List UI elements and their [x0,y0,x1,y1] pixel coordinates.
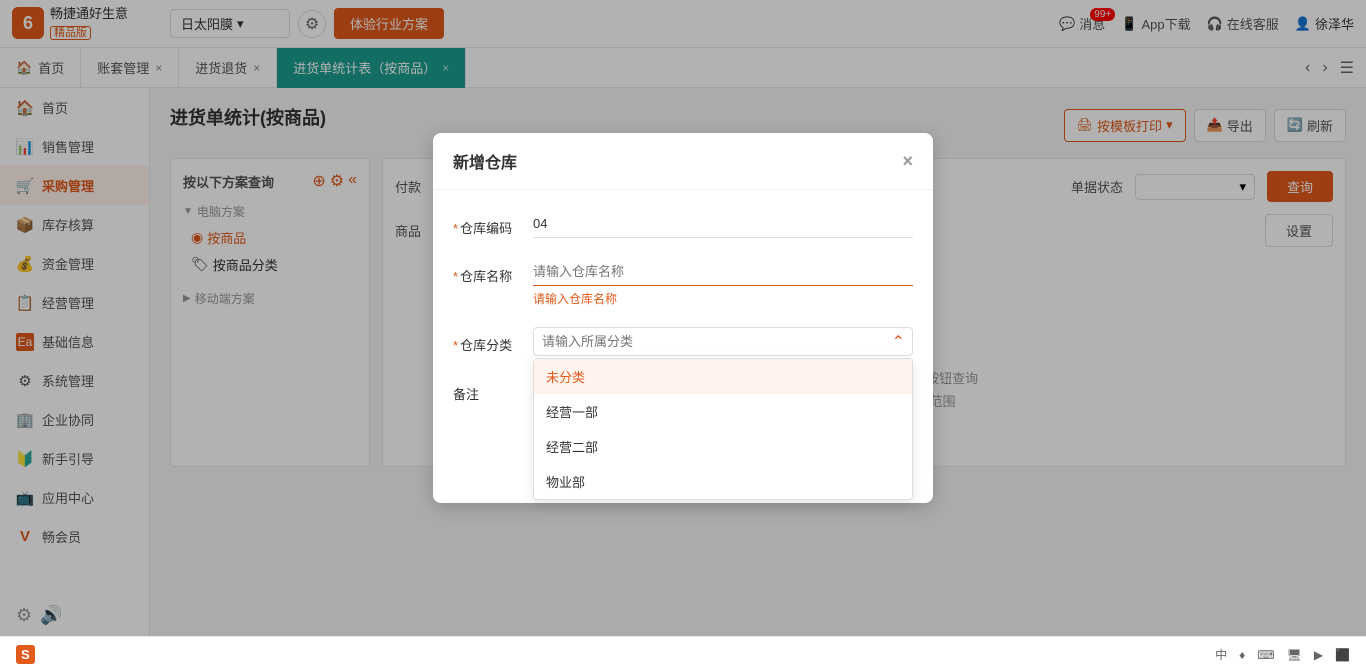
name-error-msg: 请输入仓库名称 [533,290,913,307]
s-brand-logo: S [16,645,35,664]
bottom-icons: 中 ♦ ⌨ 🖥 ▶ ⬛ [1215,646,1350,663]
name-label: 仓库名称 [453,258,533,285]
dialog-close-btn[interactable]: × [902,151,913,172]
category-control: ⌃ 未分类 经营一部 经营二部 物业部 [533,327,913,356]
bottom-icon-play[interactable]: ▶ [1314,648,1323,662]
dropdown-item-dept1[interactable]: 经营一部 [534,394,912,429]
code-control [533,210,913,238]
dropdown-item-property[interactable]: 物业部 [534,464,912,499]
dialog-header: 新增仓库 × [433,133,933,190]
bottom-icon-monitor[interactable]: 🖥 [1287,648,1302,662]
code-label: 仓库编码 [453,210,533,237]
dropdown-item-dept2[interactable]: 经营二部 [534,429,912,464]
name-input[interactable] [533,258,913,286]
category-select-wrapper: ⌃ [533,327,913,356]
category-input[interactable] [533,327,913,356]
category-dropdown: 未分类 经营一部 经营二部 物业部 [533,358,913,500]
bottom-bar: S 中 ♦ ⌨ 🖥 ▶ ⬛ [0,636,1366,672]
category-label: 仓库分类 [453,327,533,354]
new-warehouse-dialog: 新增仓库 × 仓库编码 仓库名称 请输入仓库名称 仓库分类 [433,133,933,503]
dialog-title: 新增仓库 [453,149,517,173]
bottom-icon-dot[interactable]: ♦ [1239,648,1245,662]
code-input[interactable] [533,210,913,238]
bottom-icon-block[interactable]: ⬛ [1335,648,1350,662]
name-control: 请输入仓库名称 [533,258,913,307]
bottom-icon-zh[interactable]: 中 [1215,646,1227,663]
note-label: 备注 [453,376,533,403]
form-row-code: 仓库编码 [453,210,913,238]
dialog-body: 仓库编码 仓库名称 请输入仓库名称 仓库分类 ⌃ [433,190,933,444]
bottom-icon-keyboard[interactable]: ⌨ [1257,648,1274,662]
dropdown-item-unclassified[interactable]: 未分类 [534,359,912,394]
form-row-category: 仓库分类 ⌃ 未分类 经营一部 经营二部 物业部 [453,327,913,356]
form-row-name: 仓库名称 请输入仓库名称 [453,258,913,307]
modal-overlay[interactable]: 新增仓库 × 仓库编码 仓库名称 请输入仓库名称 仓库分类 [0,0,1366,636]
